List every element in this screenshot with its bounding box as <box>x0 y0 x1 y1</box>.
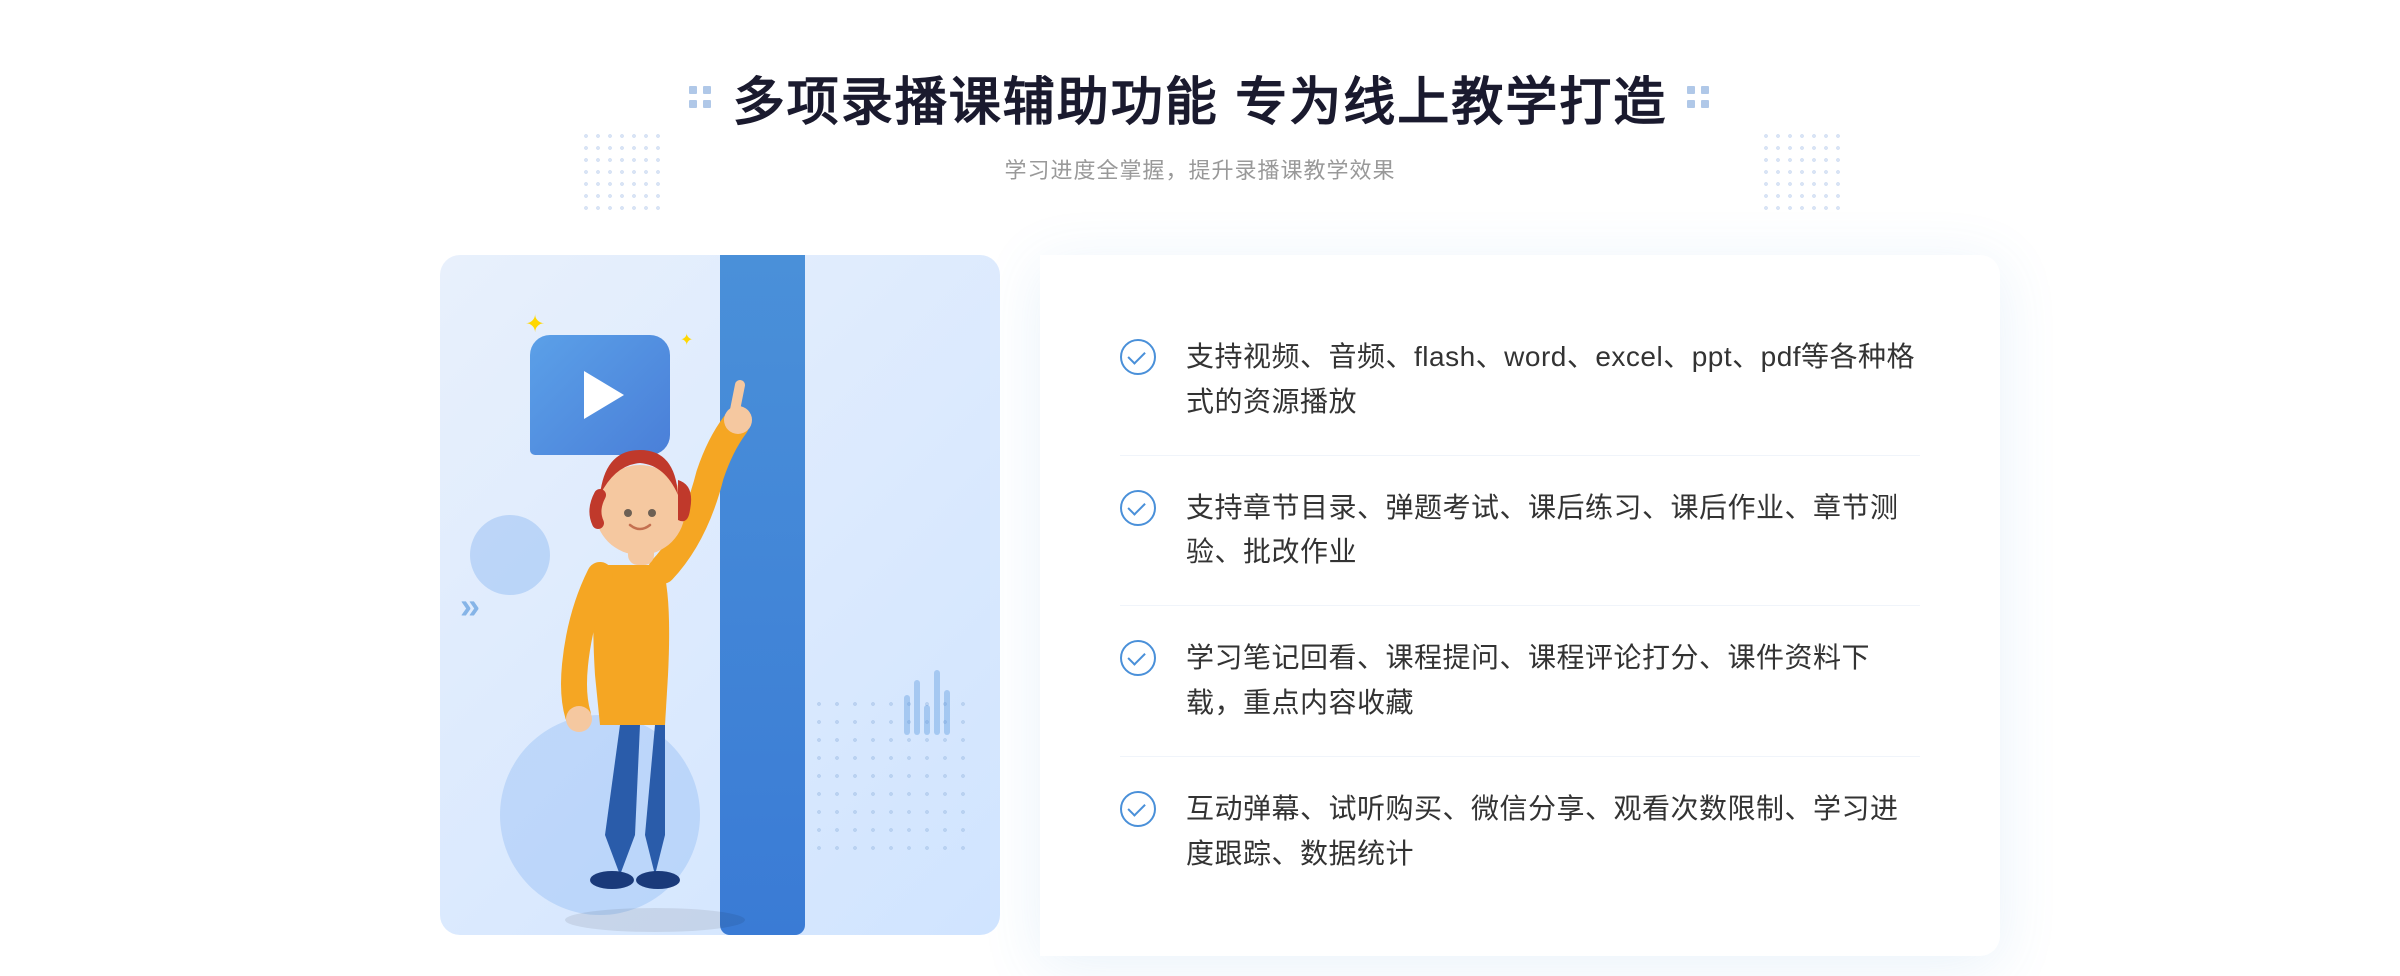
feature-text-1: 支持视频、音频、flash、word、excel、ppt、pdf等各种格式的资源… <box>1186 335 1920 425</box>
title-text: 多项录播课辅助功能 专为线上教学打造 <box>733 60 1667 135</box>
check-icon-3 <box>1120 640 1156 676</box>
feature-text-2: 支持章节目录、弹题考试、课后练习、课后作业、章节测验、批改作业 <box>1186 486 1920 576</box>
dots-decoration-right <box>1760 130 1840 210</box>
illustration-card: ✦ ✦ <box>440 255 1000 935</box>
content-area: ✦ ✦ <box>400 235 2000 976</box>
feature-item-3: 学习笔记回看、课程提问、课程评论打分、课件资料下载，重点内容收藏 <box>1120 606 1920 757</box>
stripe-decoration <box>904 670 950 735</box>
page-container: 多项录播课辅助功能 专为线上教学打造 学习进度全掌握，提升录播课教学效果 <box>0 0 2400 974</box>
dots-decoration-left <box>580 130 660 210</box>
header-section: 多项录播课辅助功能 专为线上教学打造 学习进度全掌握，提升录播课教学效果 <box>689 60 1711 185</box>
sparkle-2: ✦ <box>680 330 693 350</box>
title-decorator-right <box>1687 86 1711 110</box>
check-icon-4 <box>1120 791 1156 827</box>
left-arrow-decoration: » <box>460 585 480 627</box>
feature-item-4: 互动弹幕、试听购买、微信分享、观看次数限制、学习进度跟踪、数据统计 <box>1120 757 1920 907</box>
check-icon-1 <box>1120 339 1156 375</box>
sparkle-1: ✦ <box>525 310 545 339</box>
title-decorator-left <box>689 86 713 110</box>
feature-text-3: 学习笔记回看、课程提问、课程评论打分、课件资料下载，重点内容收藏 <box>1186 636 1920 726</box>
person-illustration <box>500 355 820 935</box>
feature-text-4: 互动弹幕、试听购买、微信分享、观看次数限制、学习进度跟踪、数据统计 <box>1186 787 1920 877</box>
check-icon-2 <box>1120 490 1156 526</box>
illustration-area: ✦ ✦ <box>400 235 1040 976</box>
sub-title: 学习进度全掌握，提升录播课教学效果 <box>689 153 1711 185</box>
features-panel: 支持视频、音频、flash、word、excel、ppt、pdf等各种格式的资源… <box>1040 255 2000 956</box>
main-title: 多项录播课辅助功能 专为线上教学打造 <box>689 60 1711 135</box>
feature-item-1: 支持视频、音频、flash、word、excel、ppt、pdf等各种格式的资源… <box>1120 305 1920 456</box>
feature-item-2: 支持章节目录、弹题考试、课后练习、课后作业、章节测验、批改作业 <box>1120 456 1920 607</box>
